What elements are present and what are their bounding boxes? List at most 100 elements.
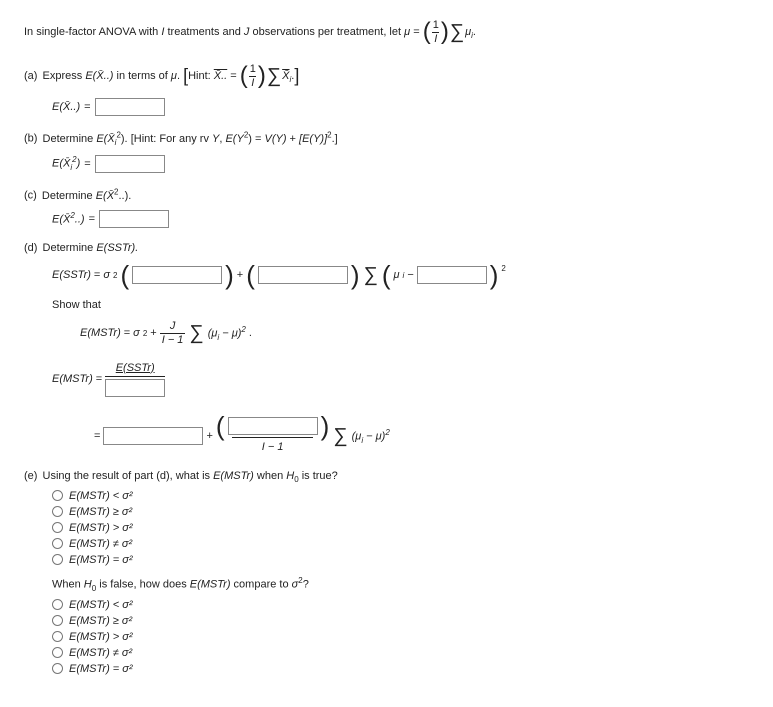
a-frac: 1I (248, 64, 258, 89)
e-opt-5-label: E(MSTr) = σ² (69, 554, 133, 566)
e-q2-pre: When (52, 578, 84, 590)
part-c: (c) Determine E(X̄2..). E(X̄2..) = (24, 187, 749, 228)
part-b-label: (b) (24, 133, 37, 145)
e2-radio-2[interactable] (52, 615, 63, 626)
e-radio-3[interactable] (52, 522, 63, 533)
e2-radio-4[interactable] (52, 647, 63, 658)
c-input[interactable] (99, 210, 169, 228)
a-mu: μ (171, 70, 177, 82)
part-a: (a) Express E(X̄..) in terms of μ. [Hint… (24, 62, 749, 116)
e-radio-1[interactable] (52, 490, 63, 501)
e-opt-1: E(MSTr) < σ² (52, 490, 749, 502)
e-q2-q: ? (303, 578, 309, 590)
e-text2: when (254, 470, 286, 482)
d-bottom-fnum: ( ) (216, 417, 329, 437)
e-radio-4[interactable] (52, 538, 63, 549)
d-input-3[interactable] (417, 266, 487, 284)
d-input-2[interactable] (258, 266, 348, 284)
d-bottom-frac: ( ) I − 1 (216, 417, 329, 456)
d-mstr-formula: E(MSTr) = σ2 + J I − 1 ∑ (μi − μ)2. (80, 321, 749, 346)
hint-close: ] (294, 66, 299, 86)
d-bt-sup: 2 (385, 428, 389, 437)
b-line-eq: = (84, 158, 90, 170)
d-mstr-frac: J I − 1 (160, 321, 186, 346)
e-text3: is true? (299, 470, 338, 482)
e-radio-2[interactable] (52, 506, 63, 517)
e2-opt-1-label: E(MSTr) < σ² (69, 599, 133, 611)
e2-opt-2: E(MSTr) ≥ σ² (52, 615, 749, 627)
e-options-2: E(MSTr) < σ² E(MSTr) ≥ σ² E(MSTr) > σ² E… (52, 599, 749, 675)
d-mstr-sum: ∑ (189, 322, 203, 345)
d-input-5[interactable] (103, 427, 203, 445)
e-q2-post: is false, how does (96, 578, 190, 590)
d-mstr-fden: I − 1 (160, 333, 186, 346)
e2-opt-5: E(MSTr) = σ² (52, 663, 749, 675)
d-input-6[interactable] (228, 417, 318, 435)
d-emstr-lhs: E(MSTr) (52, 373, 93, 385)
d-bottom-sum-body: (μi − μ)2 (352, 428, 390, 445)
a-fnum: 1 (248, 64, 258, 76)
d-sstr-fnum-label: E(SSTr) (116, 362, 155, 374)
d-mstr-eq: = (124, 327, 130, 339)
frac-num: 1 (431, 20, 441, 32)
part-e: (e) Using the result of part (d), what i… (24, 470, 749, 675)
a-text2: in terms of (113, 70, 170, 82)
a-expr1: E(X̄..) (85, 70, 113, 82)
d-emstr-frac: E(SSTr) (105, 362, 165, 397)
part-b-text: Determine E(X̄i2). [Hint: For any rv Y, … (43, 133, 338, 145)
e-opt-2: E(MSTr) ≥ σ² (52, 506, 749, 518)
e-opt-1-label: E(MSTr) < σ² (69, 490, 133, 502)
d-eq: = (94, 269, 100, 281)
d-emstr-line: E(MSTr) = E(SSTr) (52, 362, 749, 397)
e2-radio-1[interactable] (52, 599, 63, 610)
d-input-1[interactable] (132, 266, 222, 284)
e-radio-5[interactable] (52, 554, 63, 565)
intro-text: In single-factor ANOVA with I treatments… (24, 18, 749, 46)
d-mstr-sum-t: (μ (208, 327, 218, 339)
e-opt-4-label: E(MSTr) ≠ σ² (69, 538, 132, 550)
intro-eq: = (410, 26, 423, 38)
part-c-label: (c) (24, 190, 37, 202)
d-mstr-sum-sup: 2 (241, 325, 245, 334)
c-line-eq: = (89, 213, 95, 225)
intro-mid2: observations per treatment, let (249, 26, 404, 38)
d-sstr-line: E(SSTr) = σ2 ( ) + ( ) ∑ ( μi − ) 2 (52, 264, 749, 287)
d-mstr-sigma: σ (133, 327, 140, 339)
c-dots: ..). (118, 190, 131, 202)
b-expr1-end: ). (121, 133, 128, 145)
intro-pre: In single-factor ANOVA with (24, 26, 161, 38)
d-expr: E(SSTr). (96, 242, 138, 254)
b-input[interactable] (95, 155, 165, 173)
d-emstr-fnum: E(SSTr) (116, 362, 155, 376)
a-line-eq: = (84, 101, 90, 113)
b-expr1-sub: i (115, 138, 117, 147)
a-hint-pre: Hint: (188, 70, 214, 82)
c-line-lhs: E(X̄2..) (52, 211, 85, 226)
b-hint-body: For any rv (156, 133, 212, 145)
e-options-1: E(MSTr) < σ² E(MSTr) ≥ σ² E(MSTr) > σ² E… (52, 490, 749, 566)
d-input-4[interactable] (105, 379, 165, 397)
b-line-lhs: E(X̄i2) (52, 155, 80, 172)
a-hint-eq: = (227, 70, 240, 82)
e2-opt-3: E(MSTr) > σ² (52, 631, 749, 643)
e-q2: When H0 is false, how does E(MSTr) compa… (52, 576, 749, 593)
d-mu-sub: i (403, 271, 405, 280)
e2-radio-3[interactable] (52, 631, 63, 642)
e2-opt-2-label: E(MSTr) ≥ σ² (69, 615, 132, 627)
b-rhs1: V(Y) (264, 133, 286, 145)
d-mu: μ (394, 269, 400, 281)
intro-period: . (473, 26, 476, 38)
part-c-text: Determine E(X̄2..). (42, 190, 131, 202)
e2-opt-4: E(MSTr) ≠ σ² (52, 647, 749, 659)
d-sigma: σ (103, 269, 110, 281)
d-mstr-period: . (249, 327, 252, 339)
a-input[interactable] (95, 98, 165, 116)
b-plus: + (286, 133, 299, 145)
b-hint-lhs: E(Y (225, 133, 243, 145)
b-text1: Determine (43, 133, 97, 145)
part-d-label: (d) (24, 242, 37, 254)
d-sum: ∑ (364, 264, 378, 287)
e-q2-h0: H (84, 578, 92, 590)
d-bp-r: ) (321, 411, 330, 441)
b-rhs2: [E(Y)] (299, 133, 327, 145)
